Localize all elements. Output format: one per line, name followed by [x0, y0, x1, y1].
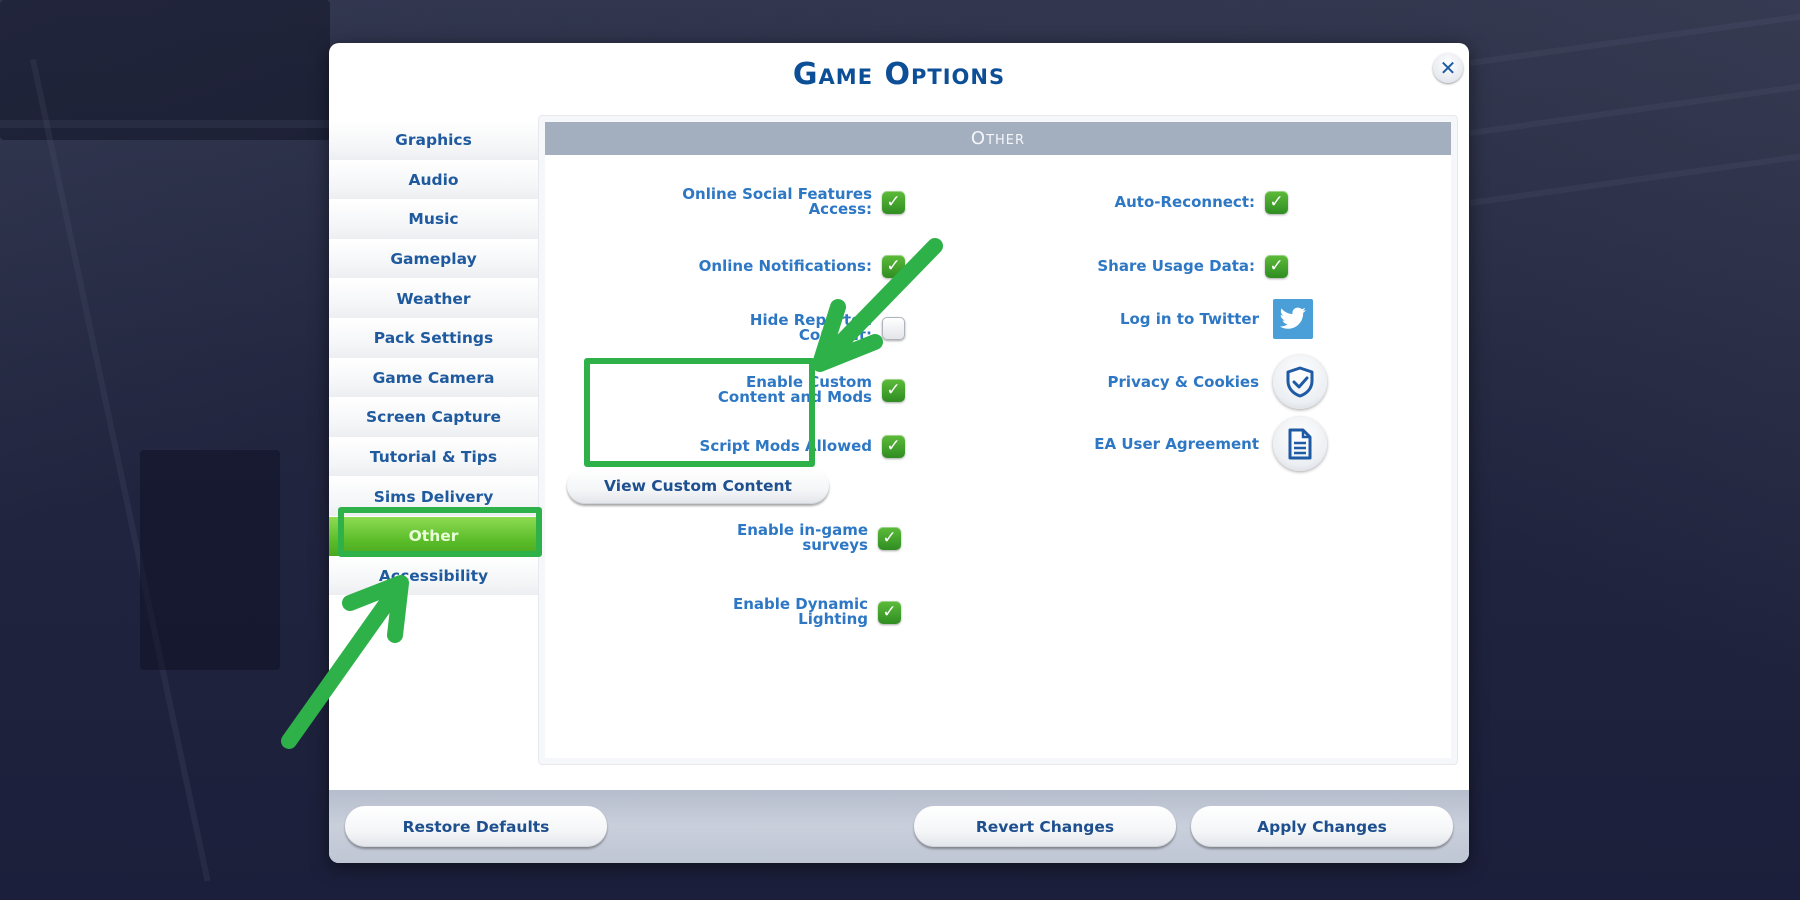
sidebar-item-tutorial-tips[interactable]: Tutorial & Tips — [329, 437, 538, 478]
option-hide-reported-content: Hide Reported Content: — [545, 308, 905, 348]
sidebar-item-accessibility[interactable]: Accessibility — [329, 556, 538, 597]
option-label: Enable Dynamic Lighting — [732, 595, 868, 628]
background-shelf — [0, 0, 330, 140]
background-detail — [1470, 82, 1800, 136]
option-online-social-features: Online Social Features Access: ✓ — [545, 182, 905, 222]
hide-reported-content-checkbox[interactable] — [882, 316, 905, 340]
sidebar-item-pack-settings[interactable]: Pack Settings — [329, 318, 538, 359]
option-label: Online Notifications: — [698, 256, 872, 275]
dialog-title: Game Options — [792, 57, 1006, 92]
option-label: Hide Reported Content: — [749, 311, 872, 344]
script-mods-allowed-checkbox[interactable]: ✓ — [882, 434, 905, 458]
option-enable-surveys: Enable in-game surveys ✓ — [545, 518, 901, 558]
option-dynamic-lighting: Enable Dynamic Lighting ✓ — [545, 592, 901, 632]
apply-changes-button[interactable]: Apply Changes — [1191, 806, 1453, 847]
enable-custom-content-checkbox[interactable]: ✓ — [882, 378, 905, 402]
sidebar-item-gameplay[interactable]: Gameplay — [329, 239, 538, 280]
checkmark-icon: ✓ — [882, 528, 897, 548]
link-privacy-cookies[interactable]: Privacy & Cookies — [1045, 354, 1327, 410]
link-log-in-to-twitter[interactable]: Log in to Twitter — [1045, 297, 1313, 341]
online-social-features-checkbox[interactable]: ✓ — [882, 190, 905, 214]
close-button[interactable]: ✕ — [1433, 53, 1463, 83]
online-notifications-checkbox[interactable]: ✓ — [882, 254, 905, 278]
enable-surveys-checkbox[interactable]: ✓ — [878, 526, 901, 550]
link-ea-user-agreement[interactable]: EA User Agreement — [1045, 416, 1327, 472]
option-label: Share Usage Data: — [1097, 256, 1255, 275]
highlight-box-other — [338, 507, 542, 557]
link-label: Log in to Twitter — [1119, 309, 1259, 328]
sidebar-item-graphics[interactable]: Graphics — [329, 121, 538, 161]
option-share-usage-data: Share Usage Data: ✓ — [1045, 246, 1288, 286]
background-detail — [1470, 12, 1800, 66]
sidebar-item-weather[interactable]: Weather — [329, 279, 538, 319]
panel-header: Other — [545, 122, 1451, 155]
checkmark-icon: ✓ — [882, 602, 897, 622]
checkmark-icon: ✓ — [886, 380, 901, 400]
revert-changes-button[interactable]: Revert Changes — [914, 806, 1176, 847]
checkmark-icon: ✓ — [886, 436, 901, 456]
link-label: EA User Agreement — [1094, 434, 1259, 453]
option-label: Auto-Reconnect: — [1114, 192, 1255, 211]
option-auto-reconnect: Auto-Reconnect: ✓ — [1045, 182, 1288, 222]
sidebar-item-music[interactable]: Music — [329, 200, 538, 240]
auto-reconnect-checkbox[interactable]: ✓ — [1265, 190, 1288, 214]
option-label: Online Social Features Access: — [682, 185, 872, 218]
twitter-icon[interactable] — [1273, 299, 1313, 339]
link-label: Privacy & Cookies — [1107, 372, 1259, 391]
background-detail — [1470, 152, 1800, 206]
game-options-dialog: Game Options ✕ Graphics Audio Music Game… — [329, 43, 1469, 863]
view-custom-content-button[interactable]: View Custom Content — [567, 468, 829, 504]
sidebar-item-game-camera[interactable]: Game Camera — [329, 358, 538, 399]
dialog-footer: Restore Defaults Revert Changes Apply Ch… — [329, 790, 1469, 863]
option-label: Enable in-game surveys — [736, 521, 868, 554]
checkmark-icon: ✓ — [1269, 192, 1284, 212]
sidebar-item-audio[interactable]: Audio — [329, 160, 538, 201]
checkmark-icon: ✓ — [1269, 256, 1284, 276]
option-online-notifications: Online Notifications: ✓ — [545, 246, 905, 286]
highlight-box-custom-content — [584, 358, 815, 467]
dynamic-lighting-checkbox[interactable]: ✓ — [878, 600, 901, 624]
shield-check-icon[interactable] — [1273, 355, 1327, 409]
checkmark-icon: ✓ — [886, 192, 901, 212]
checkmark-icon: ✓ — [886, 256, 901, 276]
restore-defaults-button[interactable]: Restore Defaults — [345, 806, 607, 847]
background-furniture — [140, 450, 280, 670]
share-usage-data-checkbox[interactable]: ✓ — [1265, 254, 1288, 278]
close-icon: ✕ — [1439, 56, 1457, 80]
sidebar-item-screen-capture[interactable]: Screen Capture — [329, 398, 538, 438]
document-icon[interactable] — [1273, 417, 1327, 471]
